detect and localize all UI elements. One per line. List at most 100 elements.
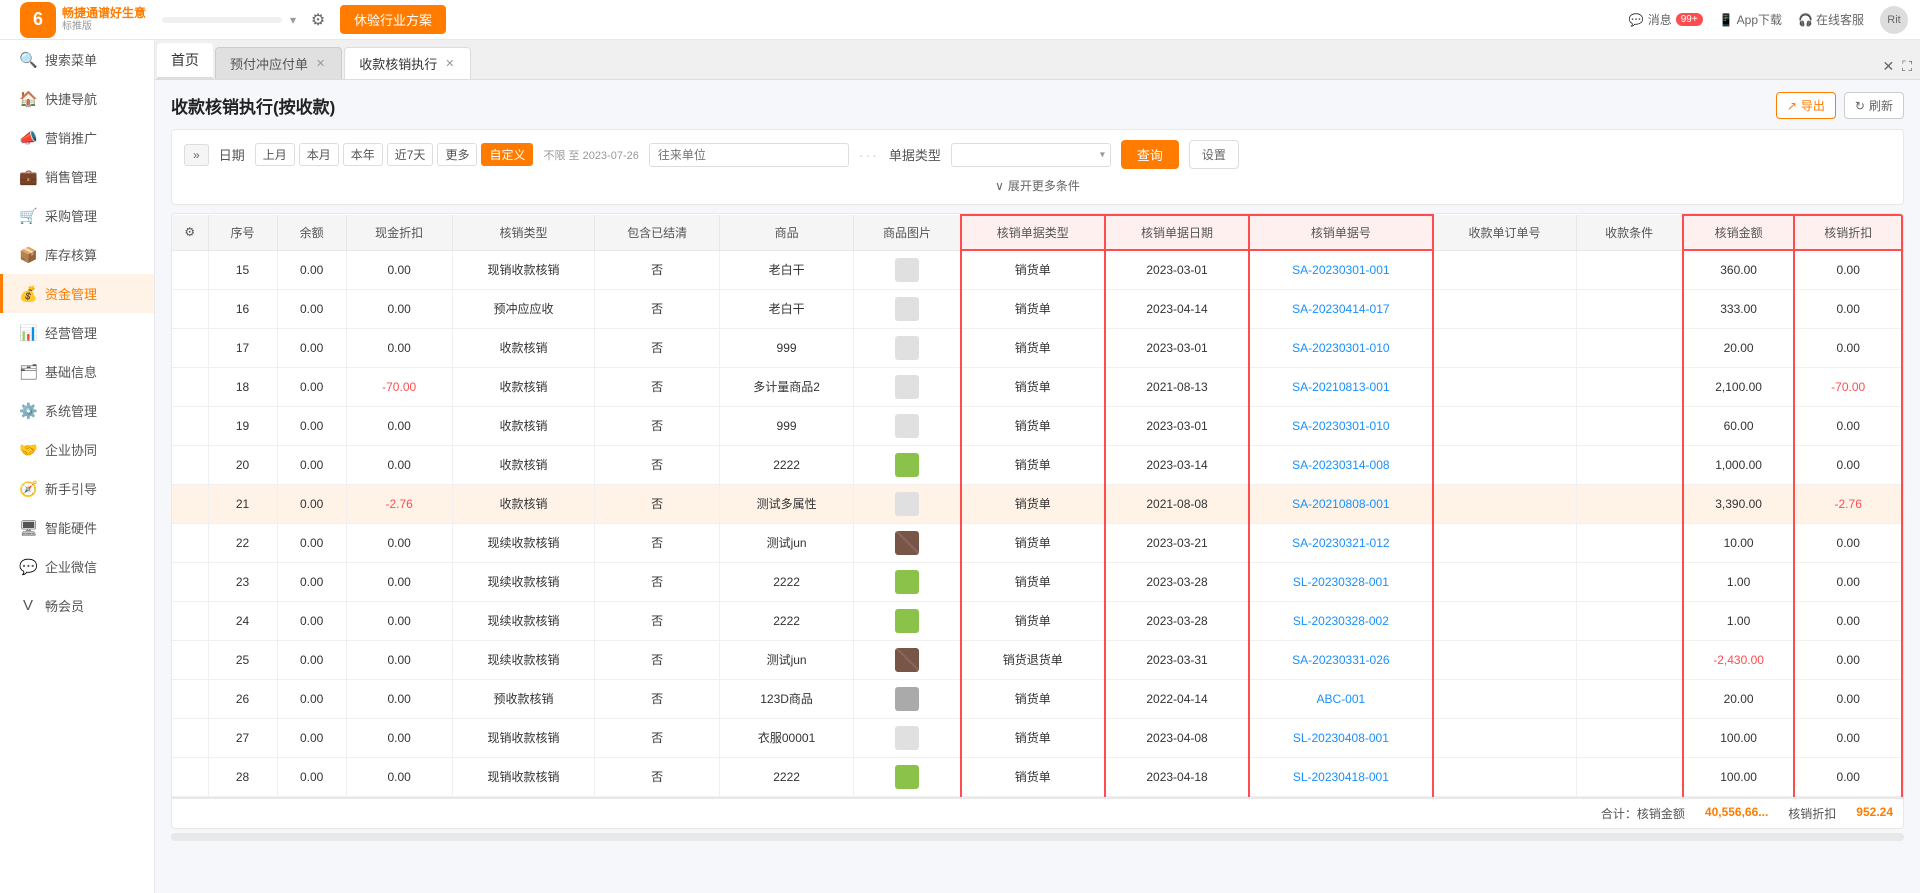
query-button[interactable]: 查询 (1121, 140, 1179, 169)
col-bill-no-cell[interactable]: SA-20210813-001 (1249, 367, 1432, 406)
last-7-days-btn[interactable]: 近7天 (387, 143, 434, 166)
custom-date-btn[interactable]: 自定义 (481, 143, 533, 166)
bill-no-link[interactable]: SA-20230301-010 (1292, 419, 1389, 433)
col-settings-cell (172, 484, 208, 523)
tab-prepay-close[interactable]: ✕ (314, 56, 327, 71)
sidebar-item-purchase[interactable]: 🛒采购管理 (0, 196, 154, 235)
sidebar-item-inventory[interactable]: 📦库存核算 (0, 235, 154, 274)
col-settings-cell (172, 406, 208, 445)
col-receipt-order-cell (1433, 250, 1577, 289)
industry-solution-button[interactable]: 休验行业方案 (340, 5, 446, 34)
from-unit-input[interactable] (649, 143, 849, 167)
avatar[interactable]: Rit (1880, 6, 1908, 34)
this-year-btn[interactable]: 本年 (343, 143, 383, 166)
sidebar-item-marketing[interactable]: 📣营销推广 (0, 118, 154, 157)
settings-gear-button[interactable]: ⚙ (304, 6, 332, 34)
col-bill-no-cell[interactable]: SA-20230331-026 (1249, 640, 1432, 679)
sidebar-item-search[interactable]: 🔍搜索菜单 (0, 40, 154, 79)
col-no-cell: 26 (208, 679, 277, 718)
sidebar-label-collab: 企业协同 (45, 440, 97, 459)
col-bill-no-cell[interactable]: SA-20230321-012 (1249, 523, 1432, 562)
col-receipt-order-cell (1433, 718, 1577, 757)
bill-no-link[interactable]: SA-20210813-001 (1292, 380, 1389, 394)
bill-no-link[interactable]: SA-20230321-012 (1292, 536, 1389, 550)
col-product-cell: 测试jun (719, 523, 854, 562)
bill-no-link[interactable]: SA-20230331-026 (1292, 653, 1389, 667)
col-bill-no-cell[interactable]: SA-20230301-010 (1249, 328, 1432, 367)
more-date-btn[interactable]: 更多 (437, 143, 477, 166)
expand-button[interactable]: » (184, 144, 209, 166)
chevron-down-icon[interactable]: ▾ (290, 13, 296, 27)
maximize-icon[interactable]: ⛶ (1902, 58, 1912, 75)
col-product-img-cell (854, 328, 961, 367)
this-month-btn[interactable]: 本月 (299, 143, 339, 166)
tab-writeoff[interactable]: 收款核销执行 ✕ (344, 47, 471, 79)
message-area[interactable]: 💬 消息 99+ (1629, 11, 1703, 28)
col-receipt-order-cell (1433, 523, 1577, 562)
wechat-icon: 💬 (19, 558, 37, 576)
setting-button[interactable]: 设置 (1189, 140, 1239, 169)
online-service-button[interactable]: 🎧 在线客服 (1798, 11, 1864, 28)
tab-home[interactable]: 首页 (157, 43, 213, 79)
product-image (895, 414, 919, 438)
expand-more-row[interactable]: ∨ 展开更多条件 (184, 177, 1891, 194)
col-bill-no-cell[interactable]: SL-20230408-001 (1249, 718, 1432, 757)
bill-no-link[interactable]: SA-20230301-001 (1292, 263, 1389, 277)
column-settings-icon[interactable]: ⚙ (184, 225, 195, 239)
col-bill-no-cell[interactable]: SA-20230314-008 (1249, 445, 1432, 484)
refresh-button[interactable]: ↻ 刷新 (1844, 92, 1904, 119)
col-balance-cell: 0.00 (277, 757, 346, 796)
bill-no-link[interactable]: SL-20230408-001 (1293, 731, 1389, 745)
col-balance-cell: 0.00 (277, 289, 346, 328)
col-settings-header[interactable]: ⚙ (172, 215, 208, 250)
close-window-icon[interactable]: ✕ (1882, 58, 1894, 75)
col-bill-type-header: 核销单据类型 (961, 215, 1105, 250)
top-bar-left: 6 畅捷通谱好生意 标推版 ▾ ⚙ 休验行业方案 (12, 0, 1621, 46)
bill-no-link[interactable]: SL-20230328-002 (1293, 614, 1389, 628)
bill-no-link[interactable]: SA-20210808-001 (1292, 497, 1389, 511)
col-receipt-order-cell (1433, 757, 1577, 796)
sidebar-item-operations[interactable]: 📊经营管理 (0, 313, 154, 352)
sidebar-item-hardware[interactable]: 🖥智能硬件 (0, 508, 154, 547)
col-bill-no-cell[interactable]: SA-20230301-001 (1249, 250, 1432, 289)
bill-no-link[interactable]: SA-20230314-008 (1292, 458, 1389, 472)
sidebar-item-sales[interactable]: 💼销售管理 (0, 157, 154, 196)
col-balance-cell: 0.00 (277, 367, 346, 406)
sidebar-item-basic[interactable]: 🗂基础信息 (0, 352, 154, 391)
tab-prepay[interactable]: 预付冲应付单 ✕ (215, 47, 342, 79)
table-header-row: ⚙ 序号 余额 现金折扣 核销类型 包含已结清 商品 商品图片 核销单据类型 (172, 215, 1902, 250)
col-balance-header: 余额 (277, 215, 346, 250)
col-bill-date-cell: 2023-03-28 (1105, 601, 1249, 640)
col-discount-cell: 0.00 (1794, 445, 1902, 484)
col-bill-no-cell[interactable]: SL-20230328-001 (1249, 562, 1432, 601)
bill-no-link[interactable]: SL-20230418-001 (1293, 770, 1389, 784)
col-bill-no-cell[interactable]: SL-20230328-002 (1249, 601, 1432, 640)
export-button[interactable]: ↗ 导出 (1776, 92, 1836, 119)
last-month-btn[interactable]: 上月 (255, 143, 295, 166)
receipt-type-select[interactable] (951, 143, 1111, 167)
tab-writeoff-close[interactable]: ✕ (443, 56, 456, 71)
col-no-cell: 24 (208, 601, 277, 640)
sidebar-item-wechat[interactable]: 💬企业微信 (0, 547, 154, 586)
bill-no-link[interactable]: SA-20230301-010 (1292, 341, 1389, 355)
company-selector[interactable] (162, 17, 282, 23)
col-bill-no-cell[interactable]: ABC-001 (1249, 679, 1432, 718)
col-bill-no-cell[interactable]: SA-20230414-017 (1249, 289, 1432, 328)
bill-no-link[interactable]: SA-20230414-017 (1292, 302, 1389, 316)
scroll-bar[interactable] (171, 833, 1904, 841)
col-bill-no-cell[interactable]: SA-20230301-010 (1249, 406, 1432, 445)
col-bill-no-cell[interactable]: SA-20210808-001 (1249, 484, 1432, 523)
sidebar-item-vip[interactable]: V畅会员 (0, 586, 154, 625)
sidebar-item-finance[interactable]: 💰资金管理 (0, 274, 154, 313)
bill-no-link[interactable]: SL-20230328-001 (1293, 575, 1389, 589)
product-image (895, 336, 919, 360)
sidebar-item-collab[interactable]: 🤝企业协同 (0, 430, 154, 469)
bill-no-link[interactable]: ABC-001 (1317, 692, 1366, 706)
sidebar-item-newbie[interactable]: 🧭新手引导 (0, 469, 154, 508)
tab-bar: 首页 预付冲应付单 ✕ 收款核销执行 ✕ ✕ ⛶ (155, 40, 1920, 80)
sidebar-item-system[interactable]: ⚙️系统管理 (0, 391, 154, 430)
col-balance-cell: 0.00 (277, 679, 346, 718)
col-bill-no-cell[interactable]: SL-20230418-001 (1249, 757, 1432, 796)
sidebar-item-quicknav[interactable]: 🏠快捷导航 (0, 79, 154, 118)
app-download-button[interactable]: 📱 App下载 (1719, 11, 1782, 28)
